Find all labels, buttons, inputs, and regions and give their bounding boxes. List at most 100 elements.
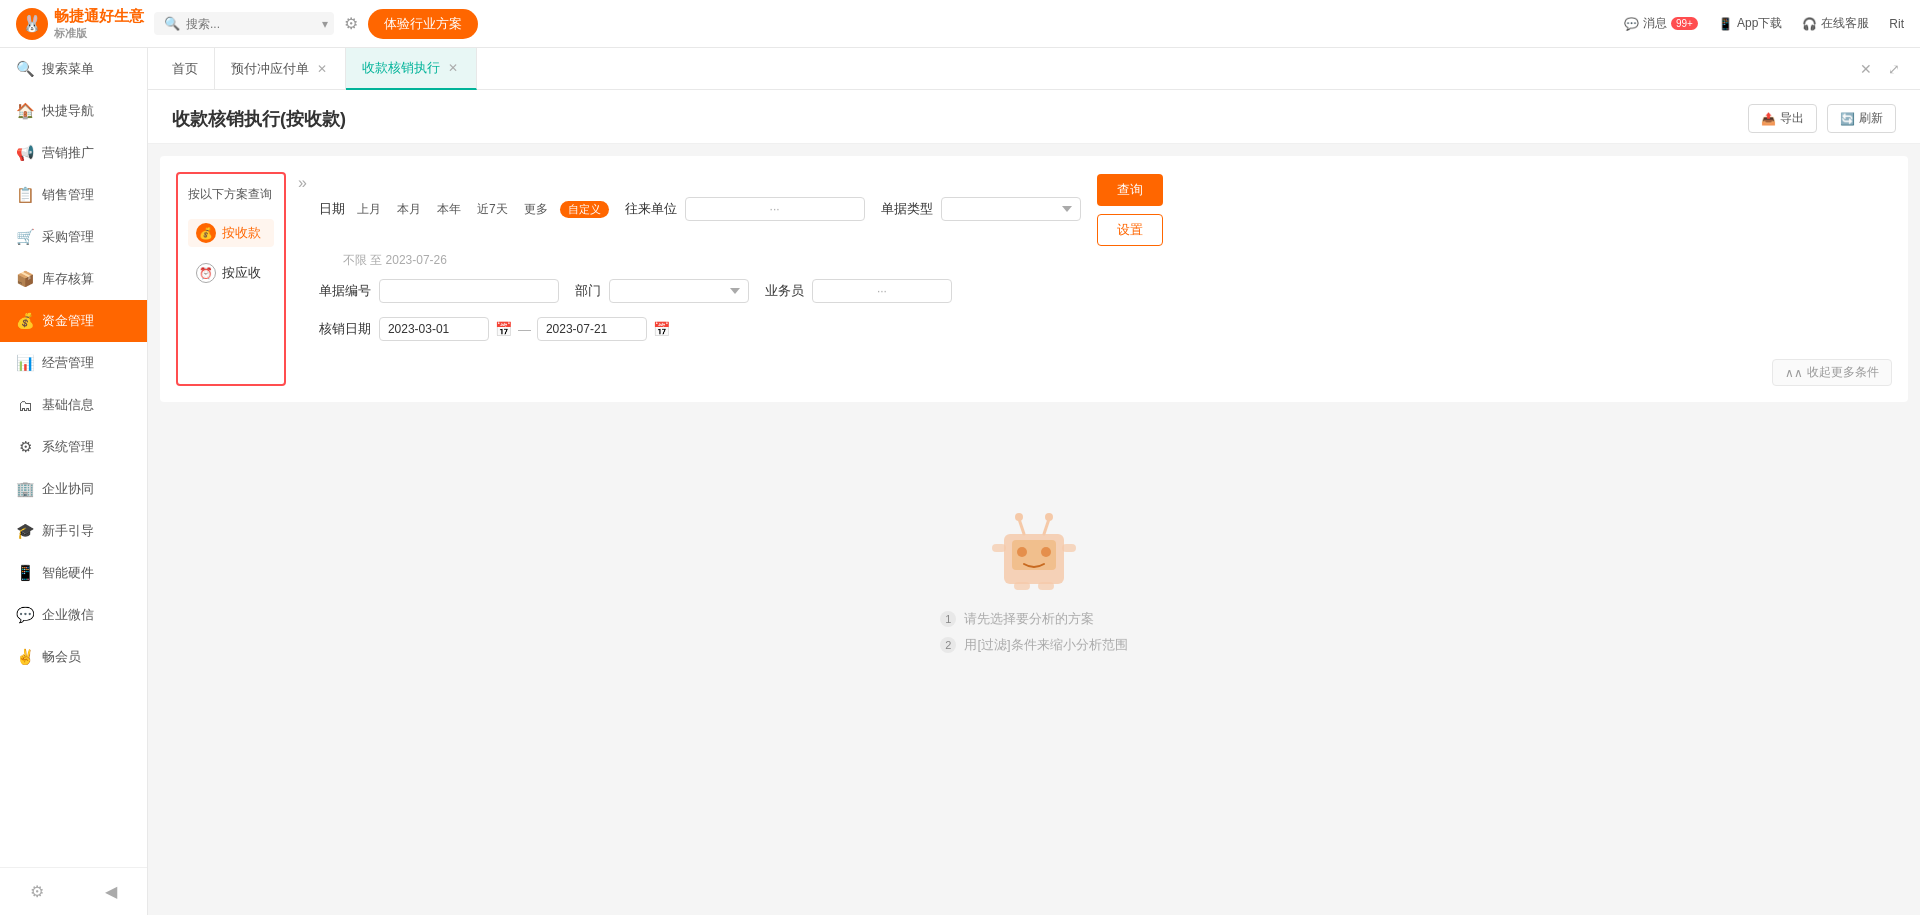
- settings-btn[interactable]: 设置: [1097, 214, 1163, 246]
- trial-btn[interactable]: 体验行业方案: [368, 9, 478, 39]
- sidebar-item-system[interactable]: ⚙ 系统管理: [0, 426, 147, 468]
- sidebar-label-purchase: 采购管理: [42, 228, 94, 246]
- collapse-more-btn[interactable]: ∧∧ 收起更多条件: [1772, 359, 1892, 386]
- headset-icon: 🎧: [1802, 17, 1817, 31]
- sidebar-item-vip[interactable]: ✌ 畅会员: [0, 636, 147, 678]
- sidebar-collapse-btn[interactable]: ◀: [99, 876, 123, 907]
- sidebar-item-quick-nav[interactable]: 🏠 快捷导航: [0, 90, 147, 132]
- sidebar-label-quick-nav: 快捷导航: [42, 102, 94, 120]
- gear-icon[interactable]: ⚙: [344, 14, 358, 33]
- app-download-icon: 📱: [1718, 17, 1733, 31]
- date-shortcut-this-month[interactable]: 本月: [393, 199, 425, 220]
- tab-receipt-offset-label: 收款核销执行: [362, 59, 440, 77]
- chevron-down-icon: ▾: [322, 17, 328, 31]
- sidebar-item-inventory[interactable]: 📦 库存核算: [0, 258, 147, 300]
- calendar-end-icon[interactable]: 📅: [653, 321, 670, 337]
- smart-hw-icon: 📱: [16, 564, 34, 582]
- filter-panel-title: 按以下方案查询: [188, 186, 274, 203]
- filter-by-receivable[interactable]: ⏰ 按应收: [188, 259, 274, 287]
- tab-receipt-offset-close-btn[interactable]: ✕: [446, 59, 460, 77]
- sidebar-item-basic-info[interactable]: 🗂 基础信息: [0, 384, 147, 426]
- sidebar-label-system: 系统管理: [42, 438, 94, 456]
- refresh-btn[interactable]: 🔄 刷新: [1827, 104, 1896, 133]
- sidebar-item-operations[interactable]: 📊 经营管理: [0, 342, 147, 384]
- calendar-start-icon[interactable]: 📅: [495, 321, 512, 337]
- main-layout: 🔍 搜索菜单 🏠 快捷导航 📢 营销推广 📋 销售管理 🛒 采购管理 📦 库存核…: [0, 48, 1920, 915]
- counterpart-input[interactable]: ···: [685, 197, 865, 221]
- message-btn[interactable]: 💬 消息 99+: [1624, 15, 1698, 32]
- query-btn[interactable]: 查询: [1097, 174, 1163, 206]
- online-service-btn[interactable]: 🎧 在线客服: [1802, 15, 1869, 32]
- date-shortcut-this-year[interactable]: 本年: [433, 199, 465, 220]
- sidebar-label-vip: 畅会员: [42, 648, 81, 666]
- tab-prepay-close-btn[interactable]: ✕: [315, 60, 329, 78]
- svg-point-6: [1015, 513, 1023, 521]
- filter-scheme-selector: 按以下方案查询 💰 按收款 ⏰ 按应收: [176, 172, 286, 386]
- content-area: 首页 预付冲应付单 ✕ 收款核销执行 ✕ ✕ ⤢ 收款核销执行(按收款): [148, 48, 1920, 915]
- tab-bar-expand-btn[interactable]: ⤢: [1884, 57, 1904, 81]
- doc-type-select[interactable]: [941, 197, 1081, 221]
- tab-bar-close-btn[interactable]: ✕: [1856, 57, 1876, 81]
- msg-badge: 99+: [1671, 17, 1698, 30]
- receivable-icon: ⏰: [196, 263, 216, 283]
- sidebar-item-tutorial[interactable]: 🎓 新手引导: [0, 510, 147, 552]
- sidebar-label-tutorial: 新手引导: [42, 522, 94, 540]
- sidebar-label-enterprise: 企业协同: [42, 480, 94, 498]
- date-separator: —: [518, 322, 531, 337]
- date-shortcut-more[interactable]: 更多: [520, 199, 552, 220]
- sidebar-item-capital[interactable]: 💰 资金管理: [0, 300, 147, 342]
- filter-by-receipt[interactable]: 💰 按收款: [188, 219, 274, 247]
- capital-icon: 💰: [16, 312, 34, 330]
- sidebar-label-operations: 经营管理: [42, 354, 94, 372]
- tab-prepay[interactable]: 预付冲应付单 ✕: [215, 48, 346, 90]
- collapse-more-icon: ∧∧: [1785, 366, 1803, 380]
- tab-home[interactable]: 首页: [156, 48, 215, 90]
- empty-state: 1 请先选择要分析的方案 2 用[过滤]条件来缩小分析范围: [148, 414, 1920, 694]
- offset-date-start[interactable]: [379, 317, 489, 341]
- filter-actions: 查询 设置: [1097, 172, 1163, 246]
- svg-point-2: [1017, 547, 1027, 557]
- sidebar-item-marketing[interactable]: 📢 营销推广: [0, 132, 147, 174]
- sidebar-item-search-menu[interactable]: 🔍 搜索菜单: [0, 48, 147, 90]
- tip-number-1: 1: [940, 611, 956, 627]
- sidebar-item-purchase[interactable]: 🛒 采购管理: [0, 216, 147, 258]
- date-shortcut-last-month[interactable]: 上月: [353, 199, 385, 220]
- app-download-btn[interactable]: 📱 App下载: [1718, 15, 1782, 32]
- sidebar-item-enterprise[interactable]: 🏢 企业协同: [0, 468, 147, 510]
- date-shortcut-7days[interactable]: 近7天: [473, 199, 512, 220]
- filter-collapse-toggle[interactable]: »: [298, 172, 307, 386]
- salesperson-input[interactable]: ···: [812, 279, 952, 303]
- filter-row-1: 日期 上月 本月 本年 近7天 更多 自定义 往来单位: [319, 172, 1892, 246]
- empty-illustration: [984, 494, 1084, 594]
- offset-date-label: 核销日期: [319, 320, 371, 338]
- filter-row-2: 单据编号 部门 业务员 ···: [319, 279, 1892, 303]
- logo-text-group: 畅捷通好生意 标准版: [54, 7, 144, 41]
- sidebar-item-smart-hw[interactable]: 📱 智能硬件: [0, 552, 147, 594]
- date-label: 日期: [319, 200, 345, 218]
- date-hint: 不限 至 2023-07-26: [343, 252, 447, 269]
- svg-point-7: [1045, 513, 1053, 521]
- dept-select[interactable]: [609, 279, 749, 303]
- sidebar-item-sales[interactable]: 📋 销售管理: [0, 174, 147, 216]
- svg-line-4: [1019, 519, 1024, 534]
- sidebar: 🔍 搜索菜单 🏠 快捷导航 📢 营销推广 📋 销售管理 🛒 采购管理 📦 库存核…: [0, 48, 148, 915]
- empty-tip-2: 2 用[过滤]条件来缩小分析范围: [940, 636, 1127, 654]
- refresh-icon: 🔄: [1840, 112, 1855, 126]
- home-icon: 🏠: [16, 102, 34, 120]
- app-name: 畅捷通好生意: [54, 7, 144, 26]
- tab-receipt-offset[interactable]: 收款核销执行 ✕: [346, 48, 477, 90]
- sidebar-item-wecom[interactable]: 💬 企业微信: [0, 594, 147, 636]
- operations-icon: 📊: [16, 354, 34, 372]
- empty-tips: 1 请先选择要分析的方案 2 用[过滤]条件来缩小分析范围: [940, 610, 1127, 654]
- tab-home-label: 首页: [172, 60, 198, 78]
- top-search-input[interactable]: [186, 17, 316, 31]
- page-header-actions: 📤 导出 🔄 刷新: [1748, 104, 1896, 133]
- export-btn[interactable]: 📤 导出: [1748, 104, 1817, 133]
- offset-date-end[interactable]: [537, 317, 647, 341]
- doc-no-label: 单据编号: [319, 282, 371, 300]
- doc-no-input[interactable]: [379, 279, 559, 303]
- export-icon: 📤: [1761, 112, 1776, 126]
- empty-svg: [984, 494, 1084, 594]
- sidebar-settings-btn[interactable]: ⚙: [24, 876, 50, 907]
- top-bar: 🐰 畅捷通好生意 标准版 🔍 ▾ ⚙ 体验行业方案 💬 消息 99+ 📱 App…: [0, 0, 1920, 48]
